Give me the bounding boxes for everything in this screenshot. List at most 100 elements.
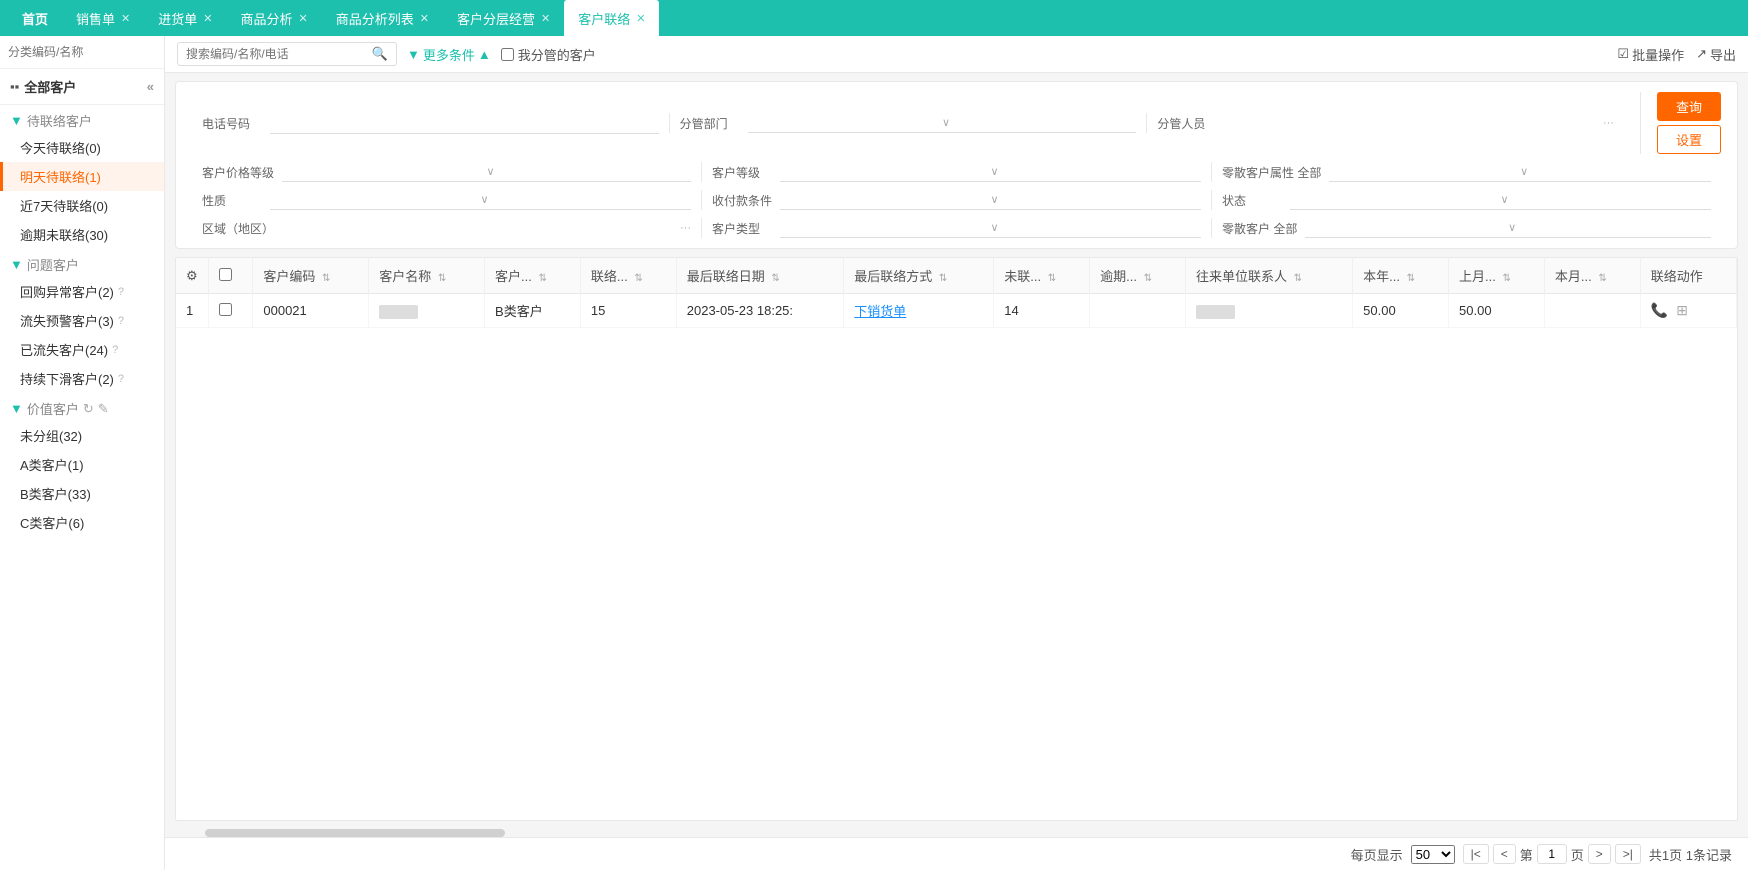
chevron-down-icon: ∨ [481, 193, 692, 206]
close-icon[interactable]: ✕ [121, 12, 130, 25]
customer-level-label: 客户等级 [712, 164, 772, 181]
nav-item-product-analysis[interactable]: 商品分析 ✕ [226, 0, 321, 36]
qr-icon[interactable]: ⊞ [1676, 302, 1688, 319]
table-header-overdue[interactable]: 逾期... ⇅ [1090, 258, 1186, 294]
nav-item-product-list[interactable]: 商品分析列表 ✕ [322, 0, 443, 36]
phone-input[interactable] [270, 113, 659, 134]
row-code: 000021 [253, 294, 369, 328]
batch-operation-button[interactable]: ☑ 批量操作 [1617, 45, 1684, 64]
row-type: B类客户 [485, 294, 581, 328]
nav-item-purchase[interactable]: 进货单 ✕ [144, 0, 226, 36]
nav-item-customer-tier[interactable]: 客户分层经营 ✕ [443, 0, 564, 36]
sidebar-item-ungrouped[interactable]: 未分组(32) [0, 421, 164, 450]
retail-attr-select[interactable]: ∨ [1329, 162, 1711, 182]
table-header-name[interactable]: 客户名称 ⇅ [369, 258, 485, 294]
last-page-button[interactable]: >| [1615, 844, 1641, 864]
sidebar-item-class-b[interactable]: B类客户(33) [0, 479, 164, 508]
table-header-type[interactable]: 客户... ⇅ [485, 258, 581, 294]
status-select[interactable]: ∨ [1290, 190, 1711, 210]
nav-item-home[interactable]: 首页 [8, 0, 62, 36]
sidebar-all-customers[interactable]: ▪▪ 全部客户 « [0, 69, 164, 105]
total-records: 共1页 1条记录 [1649, 845, 1732, 864]
payment-select[interactable]: ∨ [780, 190, 1201, 210]
prev-page-button[interactable]: < [1493, 844, 1516, 864]
nav-item-sales[interactable]: 销售单 ✕ [62, 0, 144, 36]
close-icon[interactable]: ✕ [299, 12, 308, 25]
region-more-btn[interactable]: ··· [680, 222, 691, 234]
name-masked: ████ [379, 305, 418, 319]
row-last-method[interactable]: 下销货单 [844, 294, 994, 328]
query-button[interactable]: 查询 [1657, 92, 1721, 121]
table-header-last-month[interactable]: 上月... ⇅ [1449, 258, 1545, 294]
last-method-link[interactable]: 下销货单 [854, 304, 906, 319]
table-header-this-month[interactable]: 本月... ⇅ [1544, 258, 1640, 294]
first-page-button[interactable]: |< [1463, 844, 1489, 864]
sidebar-item-class-c[interactable]: C类客户(6) [0, 508, 164, 537]
nature-select[interactable]: ∨ [270, 190, 691, 210]
table-header-contact[interactable]: 联络... ⇅ [580, 258, 676, 294]
close-icon[interactable]: ✕ [420, 12, 429, 25]
scrollbar-thumb[interactable] [205, 829, 505, 837]
dept-select[interactable]: ∨ [748, 113, 1137, 133]
section-title-pending: ▼ 待联络客户 [0, 105, 164, 133]
my-customers-check[interactable] [501, 48, 514, 61]
toolbar: 🔍 ▼ 更多条件 ▲ 我分管的客户 ☑ 批量操作 ↗ 导出 [165, 36, 1748, 73]
setting-button[interactable]: 设置 [1657, 125, 1721, 154]
sort-icon: ⇅ [939, 273, 947, 284]
table-header-year[interactable]: 本年... ⇅ [1353, 258, 1449, 294]
table-header-person[interactable]: 往来单位联系人 ⇅ [1186, 258, 1353, 294]
more-conditions-button[interactable]: ▼ 更多条件 ▲ [407, 45, 491, 64]
chevron-down-icon: ∨ [1508, 221, 1711, 234]
table-row: 1 000021 ████ B类客户 15 2023-05-23 18:25: … [176, 294, 1737, 328]
select-all-checkbox[interactable] [219, 268, 232, 281]
sidebar-item-overdue[interactable]: 逾期未联络(30) [0, 220, 164, 249]
table-header-last-method[interactable]: 最后联络方式 ⇅ [844, 258, 994, 294]
search-input[interactable] [186, 47, 372, 61]
sidebar-item-class-a[interactable]: A类客户(1) [0, 450, 164, 479]
sidebar-item-churn-warning[interactable]: 流失预警客户(3) ? [0, 306, 164, 335]
sort-icon: ⇅ [1144, 273, 1152, 284]
search-button[interactable]: 🔍 [372, 46, 388, 62]
next-page-button[interactable]: > [1588, 844, 1611, 864]
row-last-date: 2023-05-23 18:25: [676, 294, 843, 328]
sidebar-item-declining[interactable]: 持续下滑客户(2) ? [0, 364, 164, 393]
sidebar-item-tomorrow[interactable]: 明天待联络(1) [0, 162, 164, 191]
nav-item-customer-contact[interactable]: 客户联络 ✕ [564, 0, 659, 36]
price-level-select[interactable]: ∨ [282, 162, 691, 182]
customer-level-select[interactable]: ∨ [780, 162, 1201, 182]
customer-type-select[interactable]: ∨ [780, 218, 1201, 238]
sort-icon: ⇅ [1407, 273, 1415, 284]
export-icon: ↗ [1696, 46, 1707, 62]
sidebar-search-input[interactable] [8, 45, 163, 59]
filter-cell-nature: 性质 ∨ [192, 190, 701, 210]
toolbar-search-box: 🔍 [177, 42, 397, 66]
edit-icon[interactable]: ✎ [98, 401, 109, 417]
close-icon[interactable]: ✕ [203, 12, 212, 25]
retail-customer-select[interactable]: ∨ [1305, 218, 1711, 238]
close-icon[interactable]: ✕ [636, 12, 645, 25]
table-header-code[interactable]: 客户编码 ⇅ [253, 258, 369, 294]
table-header-last-date[interactable]: 最后联络日期 ⇅ [676, 258, 843, 294]
phone-label: 电话号码 [202, 115, 262, 132]
export-button[interactable]: ↗ 导出 [1696, 45, 1736, 64]
close-icon[interactable]: ✕ [541, 12, 550, 25]
page-number-input[interactable] [1537, 844, 1567, 864]
collapse-icon[interactable]: « [147, 79, 154, 94]
help-icon: ? [118, 315, 124, 327]
my-customers-checkbox[interactable]: 我分管的客户 [501, 45, 596, 64]
sidebar-item-churned[interactable]: 已流失客户(24) ? [0, 335, 164, 364]
refresh-icon[interactable]: ↻ [83, 401, 94, 417]
call-icon[interactable]: 📞 [1651, 302, 1668, 319]
sidebar-item-today[interactable]: 今天待联络(0) [0, 133, 164, 162]
row-this-month [1544, 294, 1640, 328]
table-header-unlink[interactable]: 未联... ⇅ [994, 258, 1090, 294]
horizontal-scrollbar[interactable] [175, 829, 1738, 837]
per-page-select[interactable]: 50 100 200 [1411, 845, 1455, 864]
filter-cell-customer-level: 客户等级 ∨ [702, 162, 1211, 182]
chevron-down-icon: ∨ [991, 221, 1202, 234]
retail-customer-label: 零散客户 全部 [1222, 220, 1297, 237]
manager-more-btn[interactable]: ··· [1603, 117, 1614, 129]
sidebar-item-repurchase[interactable]: 回购异常客户(2) ? [0, 277, 164, 306]
sidebar-item-7days[interactable]: 近7天待联络(0) [0, 191, 164, 220]
row-select-checkbox[interactable] [219, 303, 232, 316]
